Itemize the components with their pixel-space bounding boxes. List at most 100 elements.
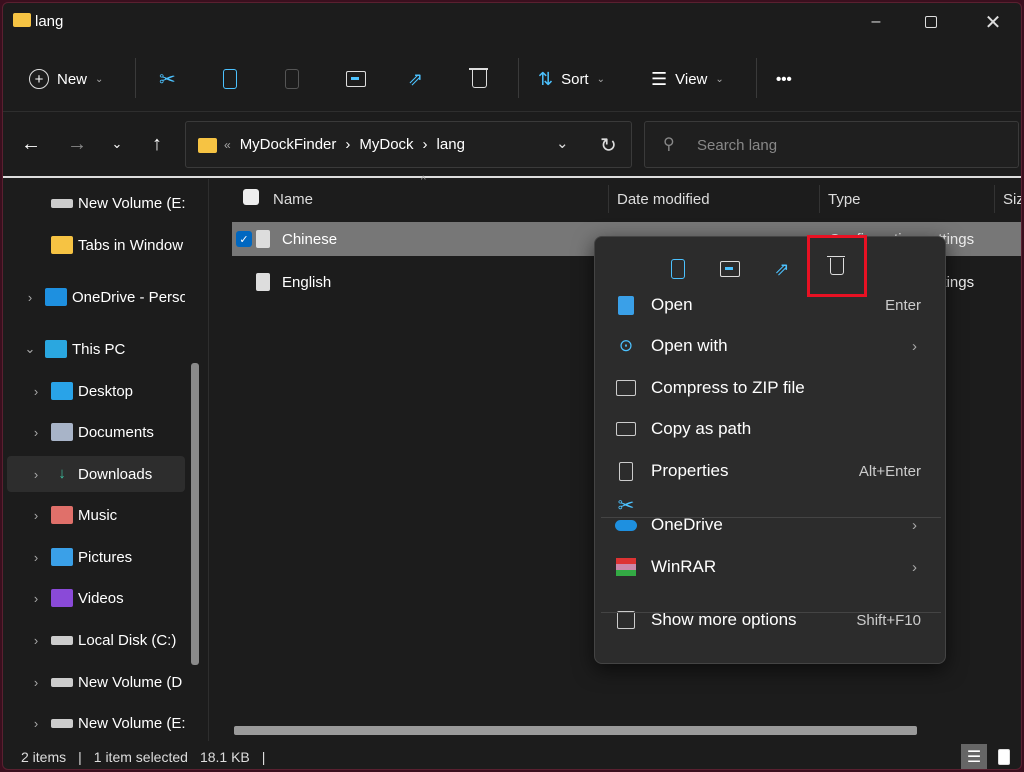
menu-item-winrar[interactable]: WinRAR › <box>601 548 939 586</box>
menu-copy-button[interactable] <box>661 253 695 285</box>
minimize-button[interactable]: – <box>853 3 899 41</box>
pictures-icon <box>51 548 73 566</box>
rename-icon <box>346 71 366 87</box>
sidebar-item[interactable]: › Music <box>7 497 185 533</box>
close-button[interactable]: ✕ <box>968 3 1018 41</box>
window-title: lang <box>35 13 64 30</box>
sidebar-item-label: New Volume (E: <box>78 714 185 732</box>
selected-count: 1 item selected <box>93 749 188 765</box>
chevron-right-icon[interactable]: › <box>21 508 51 523</box>
select-all-checkbox[interactable] <box>243 189 259 205</box>
column-header-size[interactable]: Size <box>994 185 1021 213</box>
chevron-down-icon: ⌄ <box>715 73 724 85</box>
menu-separator <box>601 612 941 613</box>
search-icon: ⚲ <box>663 136 675 153</box>
sort-label: Sort <box>561 70 589 88</box>
music-icon <box>51 506 73 524</box>
chevron-right-icon[interactable]: › <box>21 384 51 399</box>
sidebar-item[interactable]: › Videos <box>7 580 185 616</box>
notepad-icon <box>615 294 637 316</box>
sidebar-item[interactable]: › Pictures <box>7 539 185 575</box>
sidebar-item[interactable]: › ↓ Downloads <box>7 456 185 492</box>
column-header-name[interactable]: Name <box>265 185 607 213</box>
chevron-right-icon[interactable]: › <box>21 675 51 690</box>
sidebar-item-label: Local Disk (C:) <box>78 631 177 649</box>
sidebar-item[interactable]: › New Volume (E: <box>7 705 185 741</box>
sidebar-scrollbar[interactable] <box>191 363 199 665</box>
address-dropdown-icon[interactable]: ⌄ <box>556 134 569 152</box>
breadcrumb-separator: › <box>422 136 428 153</box>
item-count: 2 items <box>21 749 67 765</box>
recent-locations-button[interactable]: ⌄ <box>103 128 131 160</box>
breadcrumb-mydock[interactable]: MyDock <box>359 136 413 153</box>
refresh-icon[interactable]: ↻ <box>600 133 617 158</box>
delete-button[interactable] <box>469 61 488 97</box>
breadcrumb-mydockfinder[interactable]: MyDockFinder <box>240 136 337 153</box>
rename-button[interactable] <box>346 61 366 97</box>
menu-item-shortcut: Alt+Enter <box>858 462 921 480</box>
menu-item-compress-to-zip-file[interactable]: Compress to ZIP file <box>601 369 939 407</box>
view-button[interactable]: ☰ View ⌄ <box>651 61 724 97</box>
chevron-right-icon[interactable]: › <box>21 467 51 482</box>
cut-button[interactable]: ✂ <box>159 61 176 97</box>
breadcrumb-lang[interactable]: lang <box>437 136 465 153</box>
menu-item-onedrive[interactable]: OneDrive › <box>601 506 939 544</box>
sidebar-item-label: Tabs in Window <box>78 236 184 254</box>
sidebar-item[interactable]: › New Volume (D <box>7 664 185 700</box>
menu-share-button[interactable]: ⇗ <box>765 253 799 285</box>
sidebar-item-label: OneDrive - Perso <box>72 288 185 306</box>
sidebar-item[interactable]: › Documents <box>7 414 185 450</box>
menu-item-label: Compress to ZIP file <box>651 378 805 397</box>
file-name: English <box>282 273 332 291</box>
breadcrumb-overflow[interactable]: « <box>224 138 231 152</box>
share-button[interactable]: ⇗ <box>408 61 423 97</box>
horizontal-scrollbar[interactable] <box>234 726 917 735</box>
chevron-right-icon[interactable]: › <box>21 633 51 648</box>
view-list-icon: ☰ <box>651 68 668 89</box>
paste-button[interactable] <box>285 61 299 97</box>
details-view-button[interactable]: ☰ <box>961 744 987 769</box>
chevron-down-icon[interactable]: ⌄ <box>15 341 45 357</box>
menu-rename-button[interactable] <box>713 253 747 285</box>
chevron-right-icon[interactable]: › <box>21 591 51 606</box>
chevron-right-icon: › <box>912 558 917 576</box>
pc-icon <box>45 340 67 358</box>
column-header-date-modified[interactable]: Date modified <box>608 185 820 213</box>
onedrive-icon <box>45 288 67 306</box>
tiles-view-button[interactable] <box>991 744 1017 769</box>
menu-item-label: Open with <box>651 336 728 355</box>
copy-button[interactable] <box>223 61 237 97</box>
sort-button[interactable]: ⇅ Sort ⌄ <box>538 61 605 97</box>
sidebar-item[interactable]: › OneDrive - Perso <box>7 279 185 315</box>
sidebar-item[interactable]: › Local Disk (C:) <box>7 622 185 658</box>
back-button[interactable]: ← <box>15 128 47 160</box>
sidebar-item[interactable]: New Volume (E: <box>7 185 185 221</box>
forward-button[interactable]: → <box>61 128 93 160</box>
drive-icon <box>51 677 73 687</box>
chevron-right-icon[interactable]: › <box>15 290 45 305</box>
menu-separator <box>601 517 941 518</box>
menu-item-open[interactable]: Open Enter <box>601 286 939 324</box>
menu-item-show-more-options[interactable]: Show more options Shift+F10 <box>601 601 939 639</box>
address-bar[interactable]: « MyDockFinder › MyDock › lang ⌄ ↻ <box>185 121 632 168</box>
menu-item-properties[interactable]: Properties Alt+Enter <box>601 452 939 490</box>
delete-icon <box>827 255 845 275</box>
chevron-right-icon[interactable]: › <box>21 716 51 731</box>
menu-item-label: Copy as path <box>651 419 752 438</box>
new-button[interactable]: + New ⌄ <box>29 61 103 97</box>
copy-icon <box>671 259 685 279</box>
sidebar-item[interactable]: Tabs in Window <box>7 227 185 263</box>
documents-icon <box>51 423 73 441</box>
menu-item-open-with[interactable]: ⊙ Open with › <box>601 327 939 365</box>
menu-item-copy-as-path[interactable]: Copy as path <box>601 410 939 448</box>
sidebar-item[interactable]: ⌄ This PC <box>7 331 185 367</box>
search-input[interactable]: ⚲ Search lang <box>644 121 1019 168</box>
checked-checkbox[interactable]: ✓ <box>236 231 252 247</box>
chevron-right-icon[interactable]: › <box>21 425 51 440</box>
sidebar-item[interactable]: › Desktop <box>7 373 185 409</box>
maximize-button[interactable] <box>908 3 954 41</box>
column-header-type[interactable]: Type <box>819 185 994 213</box>
chevron-right-icon[interactable]: › <box>21 550 51 565</box>
more-options-button[interactable]: ••• <box>776 61 792 97</box>
up-button[interactable]: ↑ <box>141 128 173 160</box>
